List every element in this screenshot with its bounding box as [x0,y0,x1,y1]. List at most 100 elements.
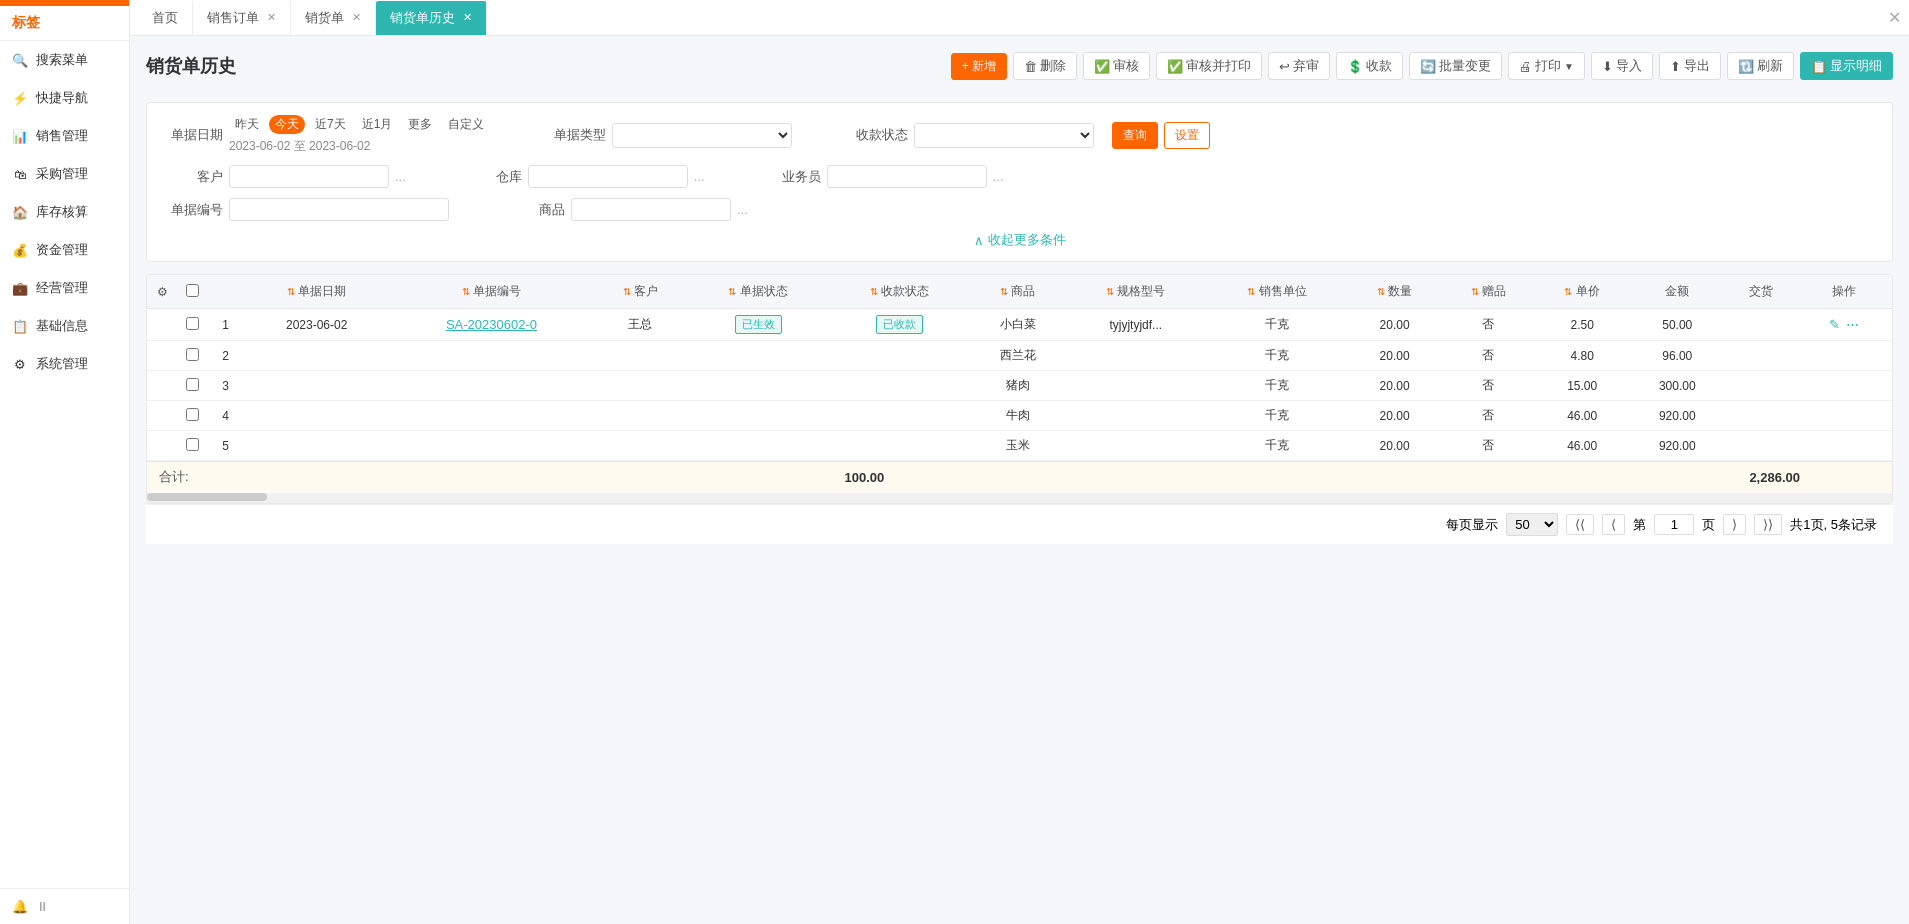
toolbar: + 新增 🗑 删除 ✅ 审核 ✅ 审核并打印 ↩ 弃审 [951,52,1893,80]
date-tag-today[interactable]: 今天 [269,115,305,134]
row-checkbox[interactable] [186,317,199,330]
th-gear[interactable]: ⚙ [147,275,177,309]
window-close-icon[interactable]: ✕ [1888,8,1901,27]
warehouse-input[interactable] [528,165,688,188]
sidebar-item-purchase-mgmt[interactable]: 🛍 采购管理 [0,155,129,193]
import-button[interactable]: ⬇ 导入 [1591,52,1653,80]
th-qty[interactable]: ⇅ 数量 [1348,275,1442,309]
edit-action[interactable]: ✎ [1829,317,1840,332]
prev-page-button[interactable]: ⟨ [1602,514,1625,535]
filter-doc-type: 单据类型 [546,123,792,148]
sidebar-item-ops-mgmt[interactable]: 💼 经营管理 [0,269,129,307]
customer-label: 客户 [163,168,223,186]
audit-print-button[interactable]: ✅ 审核并打印 [1156,52,1262,80]
batch-change-button[interactable]: 🔄 批量变更 [1409,52,1502,80]
select-all-checkbox[interactable] [186,284,199,297]
collapse-button[interactable]: ∧ 收起更多条件 [163,231,1876,249]
filter-date: 单据日期 昨天 今天 近7天 近1月 更多 自定义 2023-06-02 至 2… [163,115,490,155]
td-doc-status [687,431,828,461]
audit-button[interactable]: ✅ 审核 [1083,52,1150,80]
goods-input[interactable] [571,198,731,221]
sidebar-item-search-menu[interactable]: 🔍 搜索菜单 [0,41,129,79]
page-number-input[interactable] [1654,514,1694,535]
staff-label: 业务员 [761,168,821,186]
customer-dots[interactable]: ... [395,169,406,184]
export-button[interactable]: ⬆ 导出 [1659,52,1721,80]
sidebar-item-sales-mgmt[interactable]: 📊 销售管理 [0,117,129,155]
table-header-row: ⚙ ⇅ 单据日期 ⇅ 单据编号 ⇅ 客户 ⇅ 单据状态 ⇅ 收款状态 ⇅ 商品 … [147,275,1892,309]
first-page-button[interactable]: ⟨⟨ [1566,514,1594,535]
td-unit-price: 15.00 [1535,371,1629,401]
doc-no-input[interactable] [229,198,449,221]
pay-status-select[interactable] [914,123,1094,148]
collect-button[interactable]: 💲 收款 [1336,52,1403,80]
tab-sales-order-close[interactable]: ✕ [267,11,276,24]
database-icon: 📋 [12,318,28,334]
warehouse-dots[interactable]: ... [694,169,705,184]
date-tag-7days[interactable]: 近7天 [309,115,352,134]
tab-sales-history-close[interactable]: ✕ [463,11,472,24]
page-label: 第 [1633,516,1646,534]
th-doc-status[interactable]: ⇅ 单据状态 [687,275,828,309]
new-button[interactable]: + 新增 [951,53,1007,80]
sidebar-item-inventory[interactable]: 🏠 库存核算 [0,193,129,231]
row-checkbox[interactable] [186,408,199,421]
date-tag-custom[interactable]: 自定义 [442,115,490,134]
refresh-button[interactable]: 🔃 刷新 [1727,52,1794,80]
goods-dots[interactable]: ... [737,202,748,217]
sidebar-bottom: 🔔 ⏸ [0,888,129,924]
tab-home-label: 首页 [152,9,178,27]
td-pay-status [829,401,970,431]
row-checkbox[interactable] [186,378,199,391]
th-doc-date[interactable]: ⇅ 单据日期 [244,275,389,309]
date-tag-more[interactable]: 更多 [402,115,438,134]
query-button[interactable]: 查询 [1112,122,1158,149]
tab-sales-delivery[interactable]: 销货单 ✕ [291,1,376,35]
abandon-button[interactable]: ↩ 弃审 [1268,52,1330,80]
sidebar-bottom-icon2[interactable]: ⏸ [36,899,49,914]
sidebar-bottom-icon1[interactable]: 🔔 [12,899,28,914]
th-gift[interactable]: ⇅ 赠品 [1441,275,1535,309]
sidebar-item-label: 库存核算 [36,203,88,221]
collapse-label: 收起更多条件 [988,231,1066,249]
td-doc-date [244,431,389,461]
row-checkbox[interactable] [186,348,199,361]
sidebar-item-basic-info[interactable]: 📋 基础信息 [0,307,129,345]
doc-no-link[interactable]: SA-20230602-0 [446,317,537,332]
th-goods[interactable]: ⇅ 商品 [970,275,1065,309]
tab-home[interactable]: 首页 [138,1,193,35]
th-spec[interactable]: ⇅ 规格型号 [1065,275,1206,309]
tab-sales-order[interactable]: 销售订单 ✕ [193,1,291,35]
staff-input[interactable] [827,165,987,188]
sidebar-item-finance-mgmt[interactable]: 💰 资金管理 [0,231,129,269]
td-gift: 否 [1441,341,1535,371]
table-scrollbar[interactable] [147,493,1892,503]
sidebar-item-quick-nav[interactable]: ⚡ 快捷导航 [0,79,129,117]
last-page-button[interactable]: ⟩⟩ [1754,514,1782,535]
th-unit[interactable]: ⇅ 销售单位 [1206,275,1347,309]
print-button[interactable]: 🖨 打印 ▼ [1508,52,1585,80]
tab-sales-delivery-close[interactable]: ✕ [352,11,361,24]
customer-input[interactable] [229,165,389,188]
date-tag-1month[interactable]: 近1月 [356,115,399,134]
doc-type-select[interactable] [612,123,792,148]
th-doc-no[interactable]: ⇅ 单据编号 [389,275,593,309]
date-tag-yesterday[interactable]: 昨天 [229,115,265,134]
show-detail-button[interactable]: 📋 显示明细 [1800,52,1893,80]
settings-button[interactable]: 设置 [1164,122,1210,149]
td-checkbox [177,309,207,341]
next-page-button[interactable]: ⟩ [1723,514,1746,535]
filter-goods: 商品 ... [505,198,748,221]
td-customer: 王总 [594,309,688,341]
per-page-select[interactable]: 50 100 200 [1506,513,1558,536]
more-action[interactable]: ⋯ [1846,317,1859,332]
delete-button[interactable]: 🗑 删除 [1013,52,1077,80]
row-checkbox[interactable] [186,438,199,451]
th-unit-price[interactable]: ⇅ 单价 [1535,275,1629,309]
th-customer[interactable]: ⇅ 客户 [594,275,688,309]
sidebar-item-sys-mgmt[interactable]: ⚙ 系统管理 [0,345,129,383]
staff-dots[interactable]: ... [993,169,1004,184]
th-pay-status[interactable]: ⇅ 收款状态 [829,275,970,309]
tab-sales-history[interactable]: 销货单历史 ✕ [376,1,487,35]
td-gear [147,341,177,371]
